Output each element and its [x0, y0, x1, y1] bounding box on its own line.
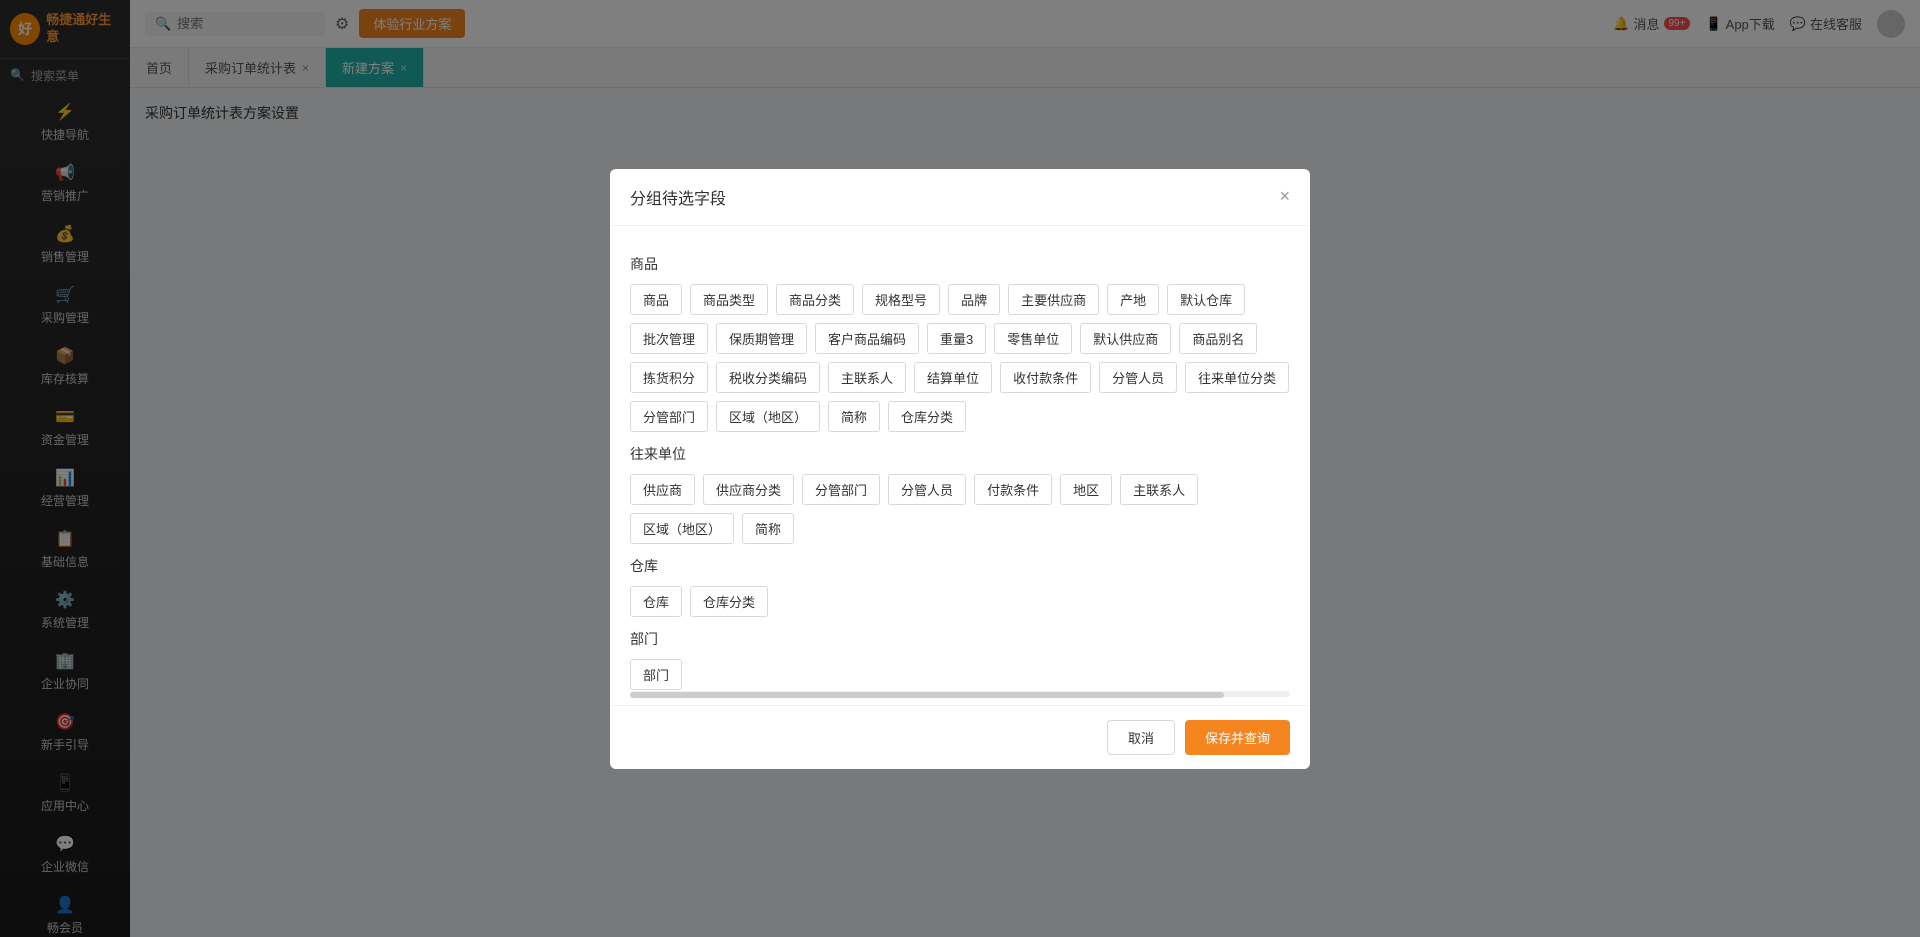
field-tag-product-type[interactable]: 商品类型	[690, 284, 768, 315]
section-title-product: 商品	[630, 254, 1290, 274]
field-tag-abbr-partner[interactable]: 简称	[742, 513, 794, 544]
field-tag-pay-terms[interactable]: 付款条件	[974, 474, 1052, 505]
field-tag-abbr-product[interactable]: 简称	[828, 401, 880, 432]
field-tag-customer-code[interactable]: 客户商品编码	[815, 323, 919, 354]
field-tag-default-supplier[interactable]: 默认供应商	[1080, 323, 1171, 354]
modal-hscroll-thumb	[630, 692, 1224, 698]
modal-hscroll[interactable]	[630, 691, 1290, 697]
field-tag-brand[interactable]: 品牌	[948, 284, 1000, 315]
field-tag-product-category[interactable]: 商品分类	[776, 284, 854, 315]
field-tag-product-alias[interactable]: 商品别名	[1179, 323, 1257, 354]
section-title-warehouse: 仓库	[630, 556, 1290, 576]
field-tag-region-area[interactable]: 区域（地区）	[630, 513, 734, 544]
field-tag-region-partner[interactable]: 地区	[1060, 474, 1112, 505]
modal-close-button[interactable]: ×	[1279, 186, 1290, 207]
field-tag-origin[interactable]: 产地	[1107, 284, 1159, 315]
field-grid-department: 部门	[630, 659, 1290, 690]
field-tag-warehouse-cat[interactable]: 仓库分类	[690, 586, 768, 617]
modal: 分组待选字段 × 商品商品商品类型商品分类规格型号品牌主要供应商产地默认仓库批次…	[610, 169, 1310, 769]
field-tag-default-warehouse[interactable]: 默认仓库	[1167, 284, 1245, 315]
section-title-partner: 往来单位	[630, 444, 1290, 464]
field-tag-main-contact-partner[interactable]: 主联系人	[1120, 474, 1198, 505]
field-tag-dept-managed[interactable]: 分管部门	[630, 401, 708, 432]
cancel-button[interactable]: 取消	[1107, 720, 1175, 755]
field-tag-source-unit-category[interactable]: 往来单位分类	[1185, 362, 1289, 393]
field-tag-supplier-category[interactable]: 供应商分类	[703, 474, 794, 505]
field-grid-product: 商品商品类型商品分类规格型号品牌主要供应商产地默认仓库批次管理保质期管理客户商品…	[630, 284, 1290, 432]
modal-overlay: 分组待选字段 × 商品商品商品类型商品分类规格型号品牌主要供应商产地默认仓库批次…	[0, 0, 1920, 937]
modal-title: 分组待选字段	[630, 185, 726, 209]
field-tag-supplier[interactable]: 供应商	[630, 474, 695, 505]
field-tag-main-contact[interactable]: 主联系人	[828, 362, 906, 393]
field-tag-product[interactable]: 商品	[630, 284, 682, 315]
field-tag-warehouse[interactable]: 仓库	[630, 586, 682, 617]
section-title-department: 部门	[630, 629, 1290, 649]
field-tag-manage-dept[interactable]: 分管部门	[802, 474, 880, 505]
save-button[interactable]: 保存并查询	[1185, 720, 1290, 755]
field-tag-warehouse-category[interactable]: 仓库分类	[888, 401, 966, 432]
field-tag-batch-mgmt[interactable]: 批次管理	[630, 323, 708, 354]
field-tag-weight3[interactable]: 重量3	[927, 323, 986, 354]
field-tag-dept[interactable]: 部门	[630, 659, 682, 690]
field-tag-tax-code[interactable]: 税收分类编码	[716, 362, 820, 393]
field-grid-warehouse: 仓库仓库分类	[630, 586, 1290, 617]
modal-header: 分组待选字段 ×	[610, 169, 1310, 226]
field-tag-spec-type[interactable]: 规格型号	[862, 284, 940, 315]
field-tag-payment-terms[interactable]: 收付款条件	[1000, 362, 1091, 393]
field-tag-main-supplier[interactable]: 主要供应商	[1008, 284, 1099, 315]
field-tag-manage-staff[interactable]: 分管人员	[888, 474, 966, 505]
field-tag-manager[interactable]: 分管人员	[1099, 362, 1177, 393]
field-tag-region-product[interactable]: 区域（地区）	[716, 401, 820, 432]
modal-footer: 取消 保存并查询	[610, 705, 1310, 769]
field-tag-pick-points[interactable]: 拣货积分	[630, 362, 708, 393]
field-tag-settle-unit[interactable]: 结算单位	[914, 362, 992, 393]
field-grid-partner: 供应商供应商分类分管部门分管人员付款条件地区主联系人区域（地区） 简称	[630, 474, 1290, 544]
field-tag-expiry-mgmt[interactable]: 保质期管理	[716, 323, 807, 354]
modal-body: 商品商品商品类型商品分类规格型号品牌主要供应商产地默认仓库批次管理保质期管理客户…	[610, 226, 1310, 691]
field-tag-retail-unit[interactable]: 零售单位	[994, 323, 1072, 354]
